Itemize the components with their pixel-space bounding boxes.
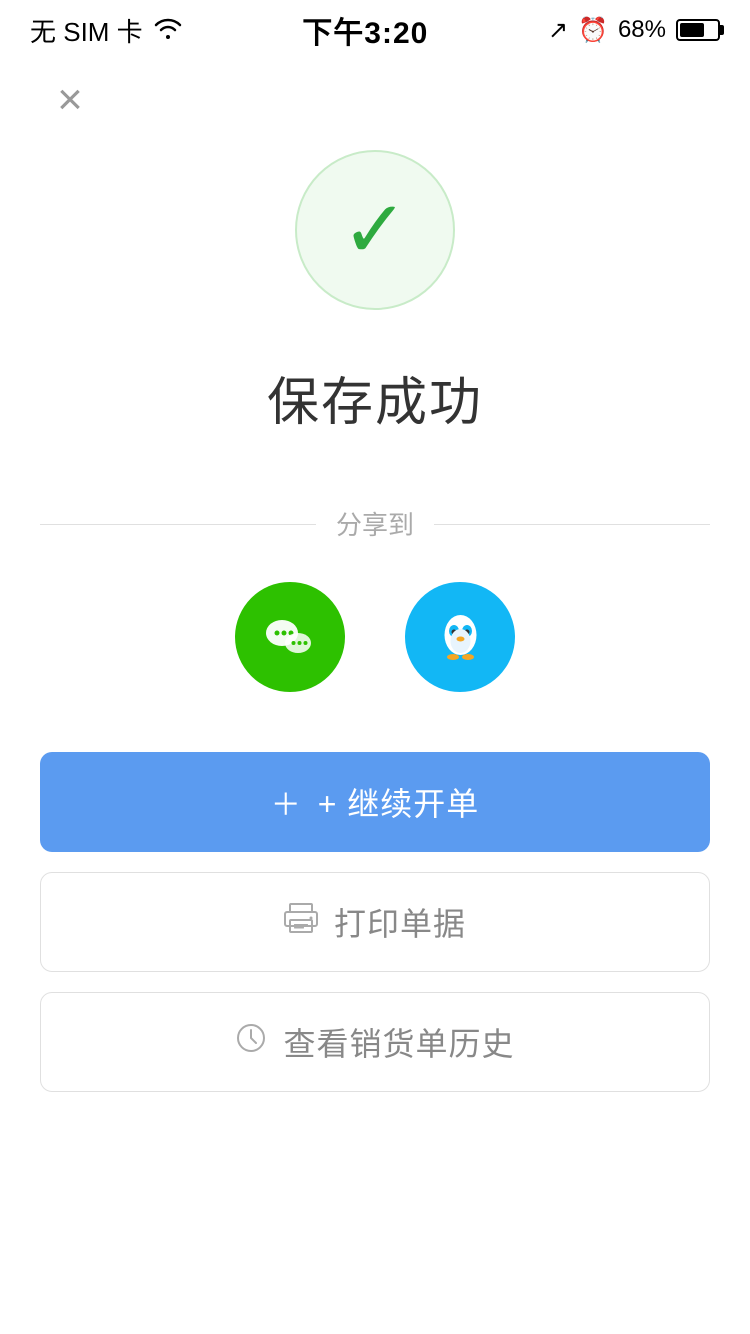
status-right: ↗ ⏰ 68% xyxy=(548,16,720,45)
share-label: 分享到 xyxy=(316,505,434,542)
wechat-share-button[interactable] xyxy=(235,582,345,692)
history-icon xyxy=(235,1022,267,1062)
status-time: 下午3:20 xyxy=(302,8,428,52)
print-icon xyxy=(284,903,318,941)
buttons-section: ＋ + 继续开单 打印单据 xyxy=(0,752,750,1092)
history-button[interactable]: 查看销货单历史 xyxy=(40,992,710,1092)
wifi-icon xyxy=(153,15,183,46)
battery-icon xyxy=(676,19,720,41)
main-content: ✓ 保存成功 分享到 xyxy=(0,60,750,1092)
plus-icon: ＋ xyxy=(271,780,302,824)
success-circle: ✓ xyxy=(295,150,455,310)
continue-button[interactable]: ＋ + 继续开单 xyxy=(40,752,710,852)
qq-share-button[interactable] xyxy=(405,582,515,692)
status-left: 无 SIM 卡 xyxy=(30,12,183,49)
status-bar: 无 SIM 卡 下午3:20 ↗ ⏰ 68% xyxy=(0,0,750,60)
close-button[interactable]: × xyxy=(40,70,100,130)
battery-percent: 68% xyxy=(618,16,666,44)
location-icon: ↗ xyxy=(548,16,568,45)
no-sim-label: 无 SIM 卡 xyxy=(30,12,143,49)
share-section: 分享到 xyxy=(0,505,750,692)
history-label: 查看销货单历史 xyxy=(283,1019,514,1065)
checkmark-icon: ✓ xyxy=(341,190,408,270)
success-title: 保存成功 xyxy=(267,360,483,435)
continue-label: + 继续开单 xyxy=(318,779,480,825)
share-divider: 分享到 xyxy=(0,505,750,542)
share-icons xyxy=(235,582,515,692)
print-button[interactable]: 打印单据 xyxy=(40,872,710,972)
print-label: 打印单据 xyxy=(334,899,466,945)
close-icon: × xyxy=(57,78,83,122)
alarm-icon: ⏰ xyxy=(578,16,608,45)
